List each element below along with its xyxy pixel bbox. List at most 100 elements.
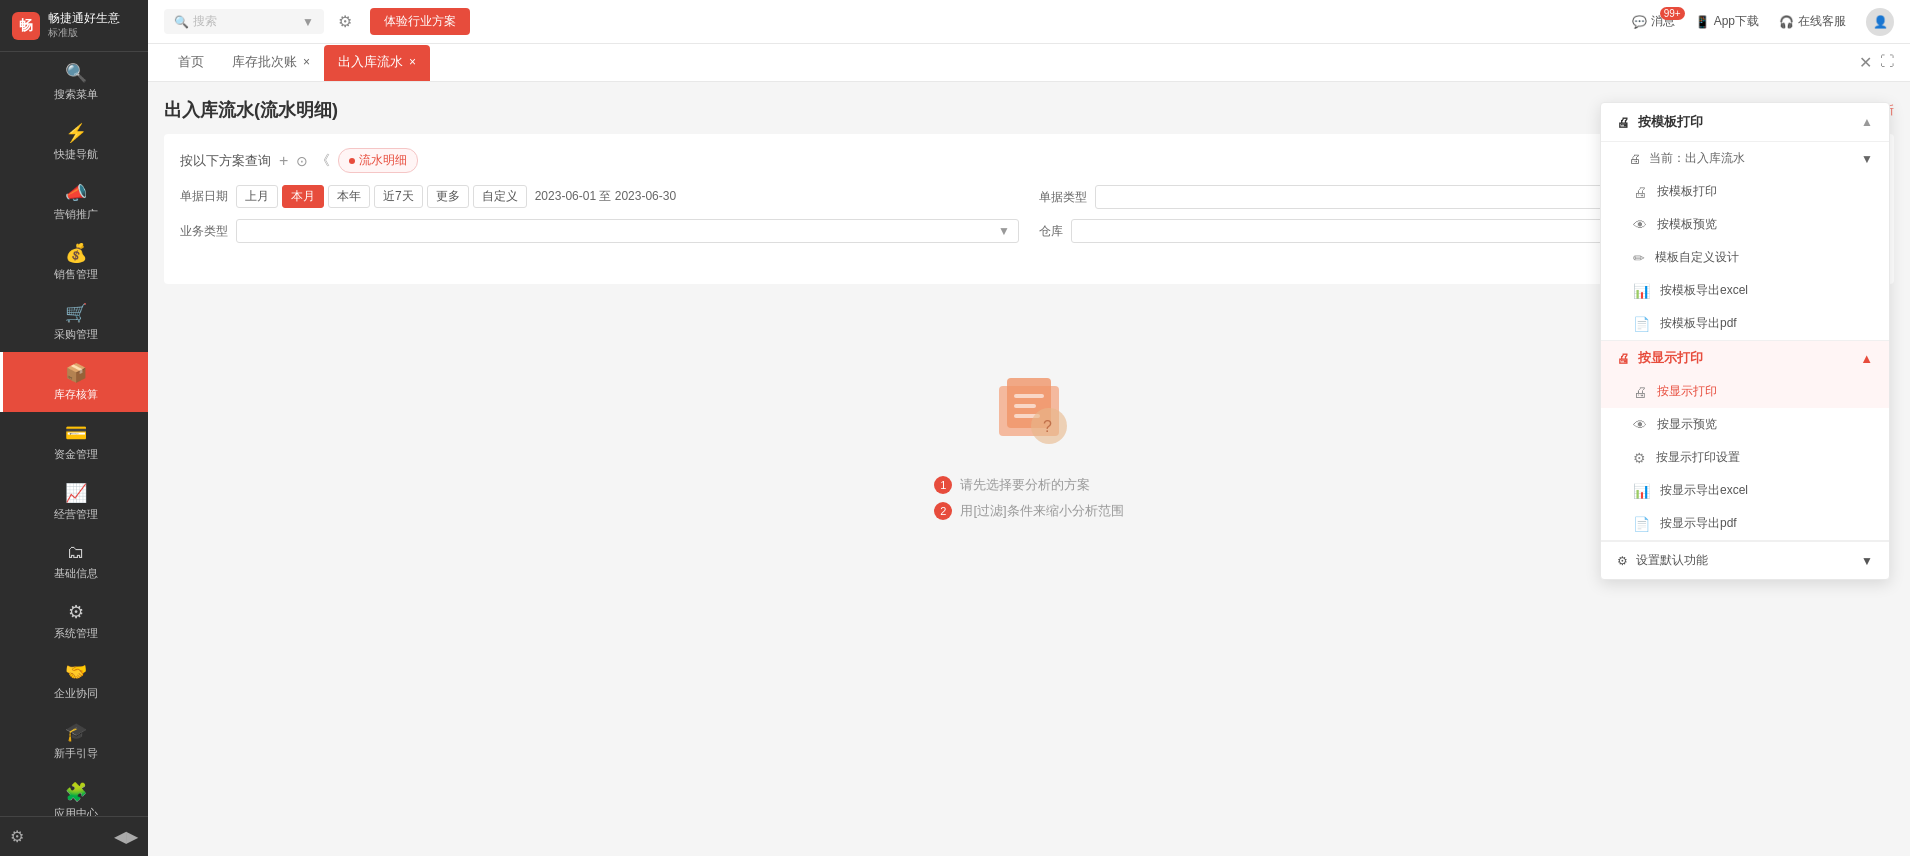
tab-flow[interactable]: 出入库流水 × — [324, 45, 430, 81]
filter-tag[interactable]: 流水明细 — [338, 148, 418, 173]
display-item-0[interactable]: 🖨 按显示打印 — [1601, 375, 1889, 408]
template-section-arrow: ▲ — [1861, 115, 1873, 129]
current-template[interactable]: 🖨 当前：出入库流水 ▼ — [1601, 142, 1889, 175]
filter-title: 按以下方案查询 — [180, 152, 271, 170]
message-icon: 💬 — [1632, 15, 1647, 29]
sidebar-item-apps[interactable]: 🧩 应用中心 — [0, 771, 148, 816]
sidebar-item-sales[interactable]: 💰 销售管理 — [0, 232, 148, 292]
dropdown-footer[interactable]: ⚙ 设置默认功能 ▼ — [1601, 541, 1889, 579]
step-num-2: 2 — [934, 502, 952, 520]
date-btn-3[interactable]: 近7天 — [374, 185, 423, 208]
sidebar-icon-operations: 📈 — [65, 482, 87, 504]
display-section-arrow: ▲ — [1860, 351, 1873, 366]
biz-select[interactable]: ▼ — [236, 219, 1019, 243]
filter-collapse-icon[interactable]: 《 — [316, 152, 330, 170]
tab-close-flow[interactable]: × — [409, 55, 416, 69]
filter-add-icon[interactable]: + — [279, 152, 288, 170]
user-avatar[interactable]: 👤 — [1866, 8, 1894, 36]
display-item-icon-2: ⚙ — [1633, 450, 1646, 466]
sidebar-label-search: 搜索菜单 — [54, 87, 98, 102]
date-btn-4[interactable]: 更多 — [427, 185, 469, 208]
topbar-app-download[interactable]: 📱 App下载 — [1695, 13, 1759, 30]
display-item-1[interactable]: 👁 按显示预览 — [1601, 408, 1889, 441]
template-print-section-header[interactable]: 🖨 按模板打印 ▲ — [1601, 103, 1889, 142]
display-item-3[interactable]: 📊 按显示导出excel — [1601, 474, 1889, 507]
date-btn-1[interactable]: 本月 — [282, 185, 324, 208]
display-print-section-icon: 🖨 — [1617, 351, 1630, 366]
svg-rect-3 — [1014, 404, 1036, 408]
template-item-label-1: 按模板预览 — [1657, 216, 1717, 233]
date-btn-2[interactable]: 本年 — [328, 185, 370, 208]
sidebar-label-apps: 应用中心 — [54, 806, 98, 816]
sidebar-label-marketing: 营销推广 — [54, 207, 98, 222]
topbar-online-service[interactable]: 🎧 在线客服 — [1779, 13, 1846, 30]
display-item-icon-3: 📊 — [1633, 483, 1650, 499]
app-name: 畅捷通好生意 — [48, 11, 120, 27]
dropdown-panel: 🖨 按模板打印 ▲ 🖨 当前：出入库流水 ▼ 🖨 按模板打印 👁 按模板预览 ✏… — [1600, 102, 1890, 580]
tab-batch[interactable]: 库存批次账× — [218, 45, 324, 81]
biz-select-arrow: ▼ — [998, 224, 1010, 238]
window-expand-icon[interactable]: ⛶ — [1880, 53, 1894, 72]
trial-button[interactable]: 体验行业方案 — [370, 8, 470, 35]
date-btn-5[interactable]: 自定义 — [473, 185, 527, 208]
display-print-section-header[interactable]: 🖨 按显示打印 ▲ — [1601, 341, 1889, 375]
sidebar-item-search[interactable]: 🔍 搜索菜单 — [0, 52, 148, 112]
display-item-icon-4: 📄 — [1633, 516, 1650, 532]
current-arrow: ▼ — [1861, 152, 1873, 166]
sidebar-label-inventory: 库存核算 — [54, 387, 98, 402]
window-close-icon[interactable]: ✕ — [1859, 53, 1872, 72]
sidebar-icon-sales: 💰 — [65, 242, 87, 264]
sidebar-item-collab[interactable]: 🤝 企业协同 — [0, 651, 148, 711]
footer-label: 设置默认功能 — [1636, 552, 1708, 569]
template-item-icon-2: ✏ — [1633, 250, 1645, 266]
biz-filter-label: 业务类型 — [180, 223, 228, 240]
sidebar-label-quick: 快捷导航 — [54, 147, 98, 162]
tab-label-home: 首页 — [178, 53, 204, 71]
template-item-0[interactable]: 🖨 按模板打印 — [1601, 175, 1889, 208]
template-item-1[interactable]: 👁 按模板预览 — [1601, 208, 1889, 241]
tab-home[interactable]: 首页 — [164, 45, 218, 81]
sidebar-icon-purchase: 🛒 — [65, 302, 87, 324]
template-item-4[interactable]: 📄 按模板导出pdf — [1601, 307, 1889, 340]
tab-close-batch[interactable]: × — [303, 55, 310, 69]
empty-step-1: 1 请先选择要分析的方案 — [934, 476, 1123, 494]
sidebar-icon-basic: 🗂 — [67, 542, 85, 563]
sidebar-icon-system: ⚙ — [68, 601, 84, 623]
service-icon: 🎧 — [1779, 15, 1794, 29]
display-item-2[interactable]: ⚙ 按显示打印设置 — [1601, 441, 1889, 474]
sidebar-icon-apps: 🧩 — [65, 781, 87, 803]
topbar-gear-icon[interactable]: ⚙ — [338, 12, 352, 31]
topbar-search-box[interactable]: 🔍 搜索 ▼ — [164, 9, 324, 34]
sidebar-item-inventory[interactable]: 📦 库存核算 — [0, 352, 148, 412]
sidebar-label-sales: 销售管理 — [54, 267, 98, 282]
topbar-message[interactable]: 💬 消息 99+ — [1632, 13, 1675, 30]
sidebar-item-quick[interactable]: ⚡ 快捷导航 — [0, 112, 148, 172]
display-item-label-4: 按显示导出pdf — [1660, 515, 1737, 532]
sidebar-item-finance[interactable]: 💳 资金管理 — [0, 412, 148, 472]
sidebar-item-basic[interactable]: 🗂 基础信息 — [0, 532, 148, 591]
tab-label-flow: 出入库流水 — [338, 53, 403, 71]
sidebar-icon-collab: 🤝 — [65, 661, 87, 683]
date-btn-0[interactable]: 上月 — [236, 185, 278, 208]
sidebar-item-guide[interactable]: 🎓 新手引导 — [0, 711, 148, 771]
sidebar-icon-marketing: 📣 — [65, 182, 87, 204]
sidebar-item-operations[interactable]: 📈 经营管理 — [0, 472, 148, 532]
display-item-4[interactable]: 📄 按显示导出pdf — [1601, 507, 1889, 540]
empty-steps: 1 请先选择要分析的方案 2 用[过滤]条件来缩小分析范围 — [934, 476, 1123, 520]
template-item-2[interactable]: ✏ 模板自定义设计 — [1601, 241, 1889, 274]
sidebar-item-system[interactable]: ⚙ 系统管理 — [0, 591, 148, 651]
template-item-icon-3: 📊 — [1633, 283, 1650, 299]
sidebar-collapse-icon[interactable]: ◀▶ — [114, 827, 138, 846]
sidebar-item-marketing[interactable]: 📣 营销推广 — [0, 172, 148, 232]
display-item-icon-1: 👁 — [1633, 417, 1647, 433]
template-item-3[interactable]: 📊 按模板导出excel — [1601, 274, 1889, 307]
avatar-placeholder: 👤 — [1873, 15, 1888, 29]
display-item-label-2: 按显示打印设置 — [1656, 449, 1740, 466]
sidebar-settings-icon[interactable]: ⚙ — [10, 827, 24, 846]
date-range: 2023-06-01 至 2023-06-30 — [535, 188, 676, 205]
sidebar-label-basic: 基础信息 — [54, 566, 98, 581]
filter-settings-icon[interactable]: ⊙ — [296, 153, 308, 169]
sidebar-icon-search: 🔍 — [65, 62, 87, 84]
print-section-icon: 🖨 — [1617, 115, 1630, 130]
sidebar-item-purchase[interactable]: 🛒 采购管理 — [0, 292, 148, 352]
